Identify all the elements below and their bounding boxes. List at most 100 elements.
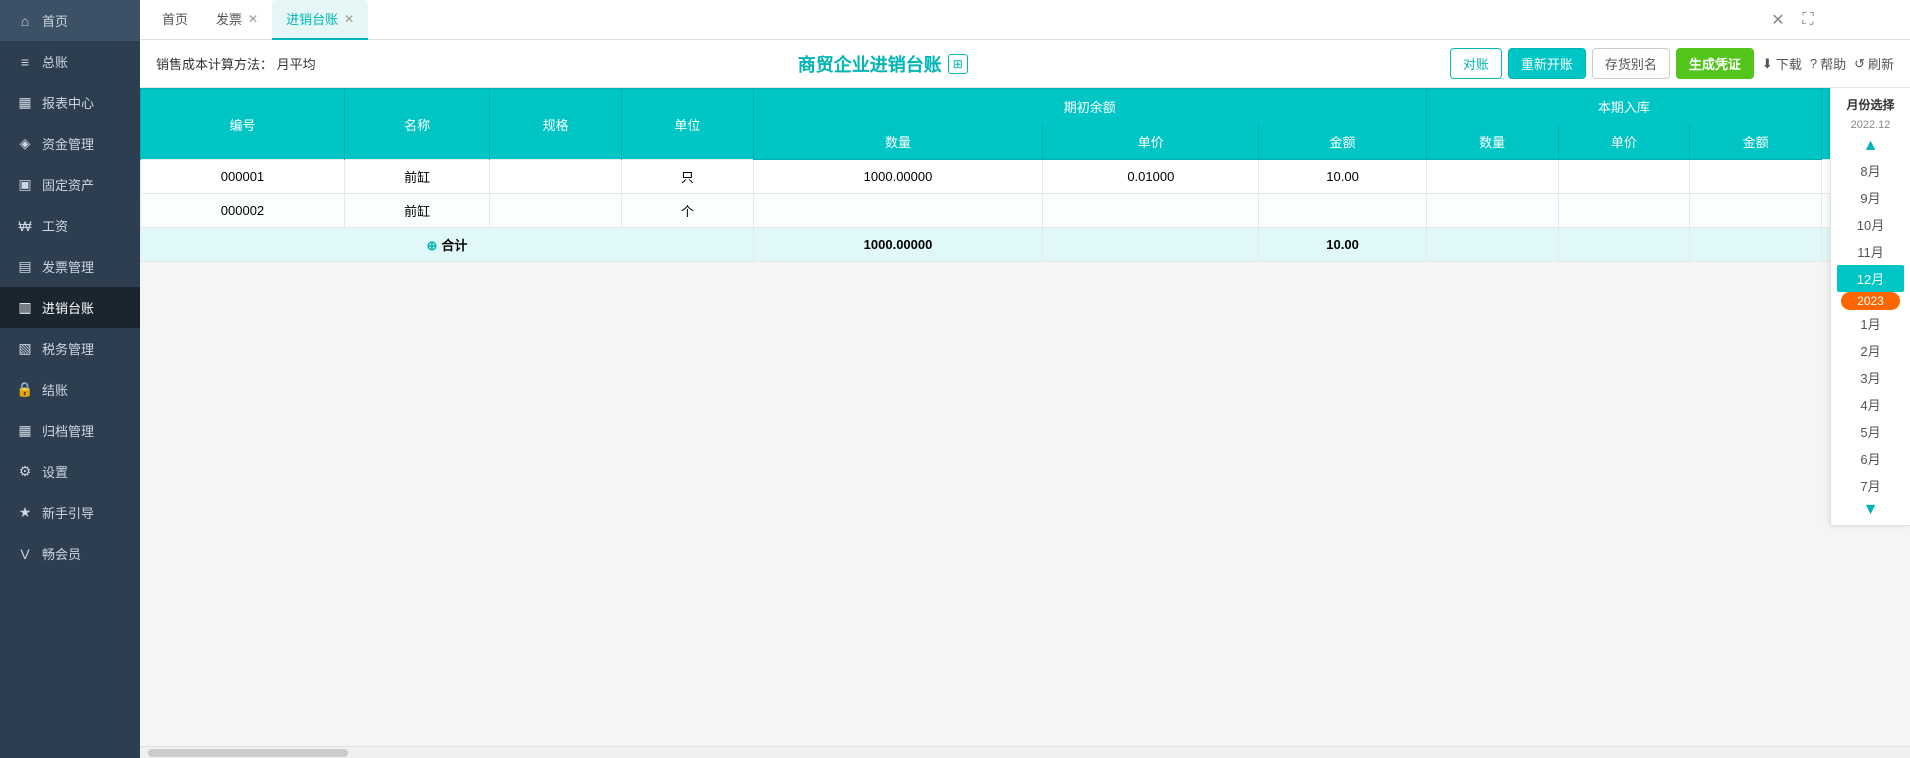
th-name: 名称 — [344, 89, 489, 160]
title-icon-btn[interactable]: ⊞ — [948, 54, 968, 74]
month-item-10[interactable]: 10月 — [1831, 211, 1910, 238]
sidebar-item-invoice-mgmt[interactable]: ▤ 发票管理 — [0, 246, 140, 287]
month-item-8[interactable]: 8月 — [1831, 157, 1910, 184]
total-label: ⊕合计 — [141, 228, 754, 262]
th-unit: 单位 — [622, 89, 754, 160]
month-nav-down: ▼ — [1831, 499, 1910, 521]
cell-spec — [490, 194, 622, 228]
month-item-4[interactable]: 4月 — [1831, 391, 1910, 418]
sidebar-item-assets[interactable]: ▣ 固定资产 — [0, 164, 140, 205]
help-icon: ? — [1810, 56, 1817, 71]
month-item-7[interactable]: 7月 — [1831, 472, 1910, 499]
sidebar-item-home[interactable]: ⌂ 首页 — [0, 0, 140, 41]
sidebar-item-purchase-sale[interactable]: ▥ 进销台账 — [0, 287, 140, 328]
table-row: 000002 前缸 个 — [141, 194, 1910, 228]
tax-icon: ▧ — [16, 340, 34, 357]
cell-id: 000001 — [141, 160, 345, 194]
month-item-1[interactable]: 1月 — [1831, 310, 1910, 337]
month-nav-up-btn[interactable]: ▲ — [1855, 137, 1887, 155]
refresh-link[interactable]: ↺ 刷新 — [1854, 54, 1894, 73]
cell-qty-in — [1426, 194, 1558, 228]
guide-icon: ★ — [16, 504, 34, 521]
sidebar-item-ledger[interactable]: ≡ 总账 — [0, 41, 140, 82]
page-title: 商贸企业进销台账 — [798, 51, 942, 77]
download-link[interactable]: ⬇ 下载 — [1762, 54, 1802, 73]
table-header-row1: 编号 名称 规格 单位 期初余额 本期入库 数 — [141, 89, 1910, 125]
cell-name: 前缸 — [344, 194, 489, 228]
main-area: ✕ ⛶ 首页 发票 ✕ 进销台账 ✕ 销售成本计算方法： 月平均 商贸企业进销台… — [140, 0, 1910, 758]
download-icon: ⬇ — [1762, 56, 1773, 72]
cell-price-in — [1558, 160, 1690, 194]
toolbar-actions: ⬇ 下载 ? 帮助 ↺ 刷新 — [1762, 54, 1894, 73]
month-panel-title: 月份选择 — [1831, 92, 1910, 117]
sidebar-item-tax[interactable]: ▧ 税务管理 — [0, 328, 140, 369]
month-nav-up: ▲ — [1831, 135, 1910, 157]
tab-purchase-sale[interactable]: 进销台账 ✕ — [272, 0, 368, 40]
cell-spec — [490, 160, 622, 194]
month-item-6[interactable]: 6月 — [1831, 445, 1910, 472]
th-initial-balance: 期初余额 — [753, 89, 1426, 125]
th-amount-in: 金额 — [1690, 124, 1822, 160]
cell-price-init: 0.01000 — [1043, 160, 1259, 194]
help-link[interactable]: ? 帮助 — [1810, 54, 1846, 73]
window-controls: ✕ ⛶ — [1766, 8, 1820, 32]
sidebar-item-salary[interactable]: ₩ 工资 — [0, 205, 140, 246]
sidebar-item-finance[interactable]: ◈ 资金管理 — [0, 123, 140, 164]
month-item-12[interactable]: 12月 — [1837, 265, 1904, 292]
title-area: 商贸企业进销台账 ⊞ — [324, 51, 1442, 77]
action-buttons: 对账 重新开账 存货别名 生成凭证 — [1450, 48, 1754, 79]
total-qty-init: 1000.00000 — [753, 228, 1042, 262]
generate-button[interactable]: 生成凭证 — [1676, 48, 1754, 79]
th-amount-init: 金额 — [1259, 124, 1426, 160]
assets-icon: ▣ — [16, 176, 34, 193]
scroll-track[interactable] — [148, 749, 348, 757]
month-item-2[interactable]: 2月 — [1831, 337, 1910, 364]
total-qty-in — [1426, 228, 1558, 262]
th-spec: 规格 — [490, 89, 622, 160]
cell-id: 000002 — [141, 194, 345, 228]
th-qty-in: 数量 — [1426, 124, 1558, 160]
cell-unit: 个 — [622, 194, 754, 228]
tab-purchase-sale-close[interactable]: ✕ — [344, 12, 354, 26]
cell-qty-init: 1000.00000 — [753, 160, 1042, 194]
close-button[interactable]: ✕ — [1766, 8, 1790, 32]
month-item-5[interactable]: 5月 — [1831, 418, 1910, 445]
member-icon: V — [16, 546, 34, 562]
month-item-3[interactable]: 3月 — [1831, 364, 1910, 391]
reconcile-button[interactable]: 对账 — [1450, 48, 1502, 79]
tab-home[interactable]: 首页 — [148, 0, 202, 40]
cell-price-in — [1558, 194, 1690, 228]
total-row: ⊕合计 1000.00000 10.00 — [141, 228, 1910, 262]
sidebar-item-closing[interactable]: 🔒 结账 — [0, 369, 140, 410]
total-amount-init: 10.00 — [1259, 228, 1426, 262]
scroll-area — [140, 746, 1910, 758]
th-qty-init: 数量 — [753, 124, 1042, 160]
table-row: 000001 前缸 只 1000.00000 0.01000 10.00 — [141, 160, 1910, 194]
sidebar-item-member[interactable]: V 畅会员 — [0, 533, 140, 574]
cell-amount-init: 10.00 — [1259, 160, 1426, 194]
cell-price-init — [1043, 194, 1259, 228]
th-price-init: 单价 — [1043, 124, 1259, 160]
tab-invoice-close[interactable]: ✕ — [248, 12, 258, 26]
month-item-11[interactable]: 11月 — [1831, 238, 1910, 265]
home-icon: ⌂ — [16, 13, 34, 29]
month-nav-down-btn[interactable]: ▼ — [1855, 501, 1887, 519]
th-period-inbound: 本期入库 — [1426, 89, 1821, 125]
month-panel-year: 2022.12 — [1831, 117, 1910, 135]
total-price-in — [1558, 228, 1690, 262]
expand-button[interactable]: ⛶ — [1796, 8, 1820, 32]
sidebar-item-archive[interactable]: ▦ 归档管理 — [0, 410, 140, 451]
reopen-button[interactable]: 重新开账 — [1508, 48, 1586, 79]
th-id: 编号 — [141, 89, 345, 160]
sidebar-item-settings[interactable]: ⚙ 设置 — [0, 451, 140, 492]
cell-amount-init — [1259, 194, 1426, 228]
month-item-9[interactable]: 9月 — [1831, 184, 1910, 211]
closing-icon: 🔒 — [16, 381, 34, 398]
cell-qty-init — [753, 194, 1042, 228]
settings-icon: ⚙ — [16, 463, 34, 480]
invoice-mgmt-icon: ▤ — [16, 258, 34, 275]
sidebar-item-reports[interactable]: ▦ 报表中心 — [0, 82, 140, 123]
sidebar-item-guide[interactable]: ★ 新手引导 — [0, 492, 140, 533]
save-alias-button[interactable]: 存货别名 — [1592, 48, 1670, 79]
tab-invoice[interactable]: 发票 ✕ — [202, 0, 272, 40]
